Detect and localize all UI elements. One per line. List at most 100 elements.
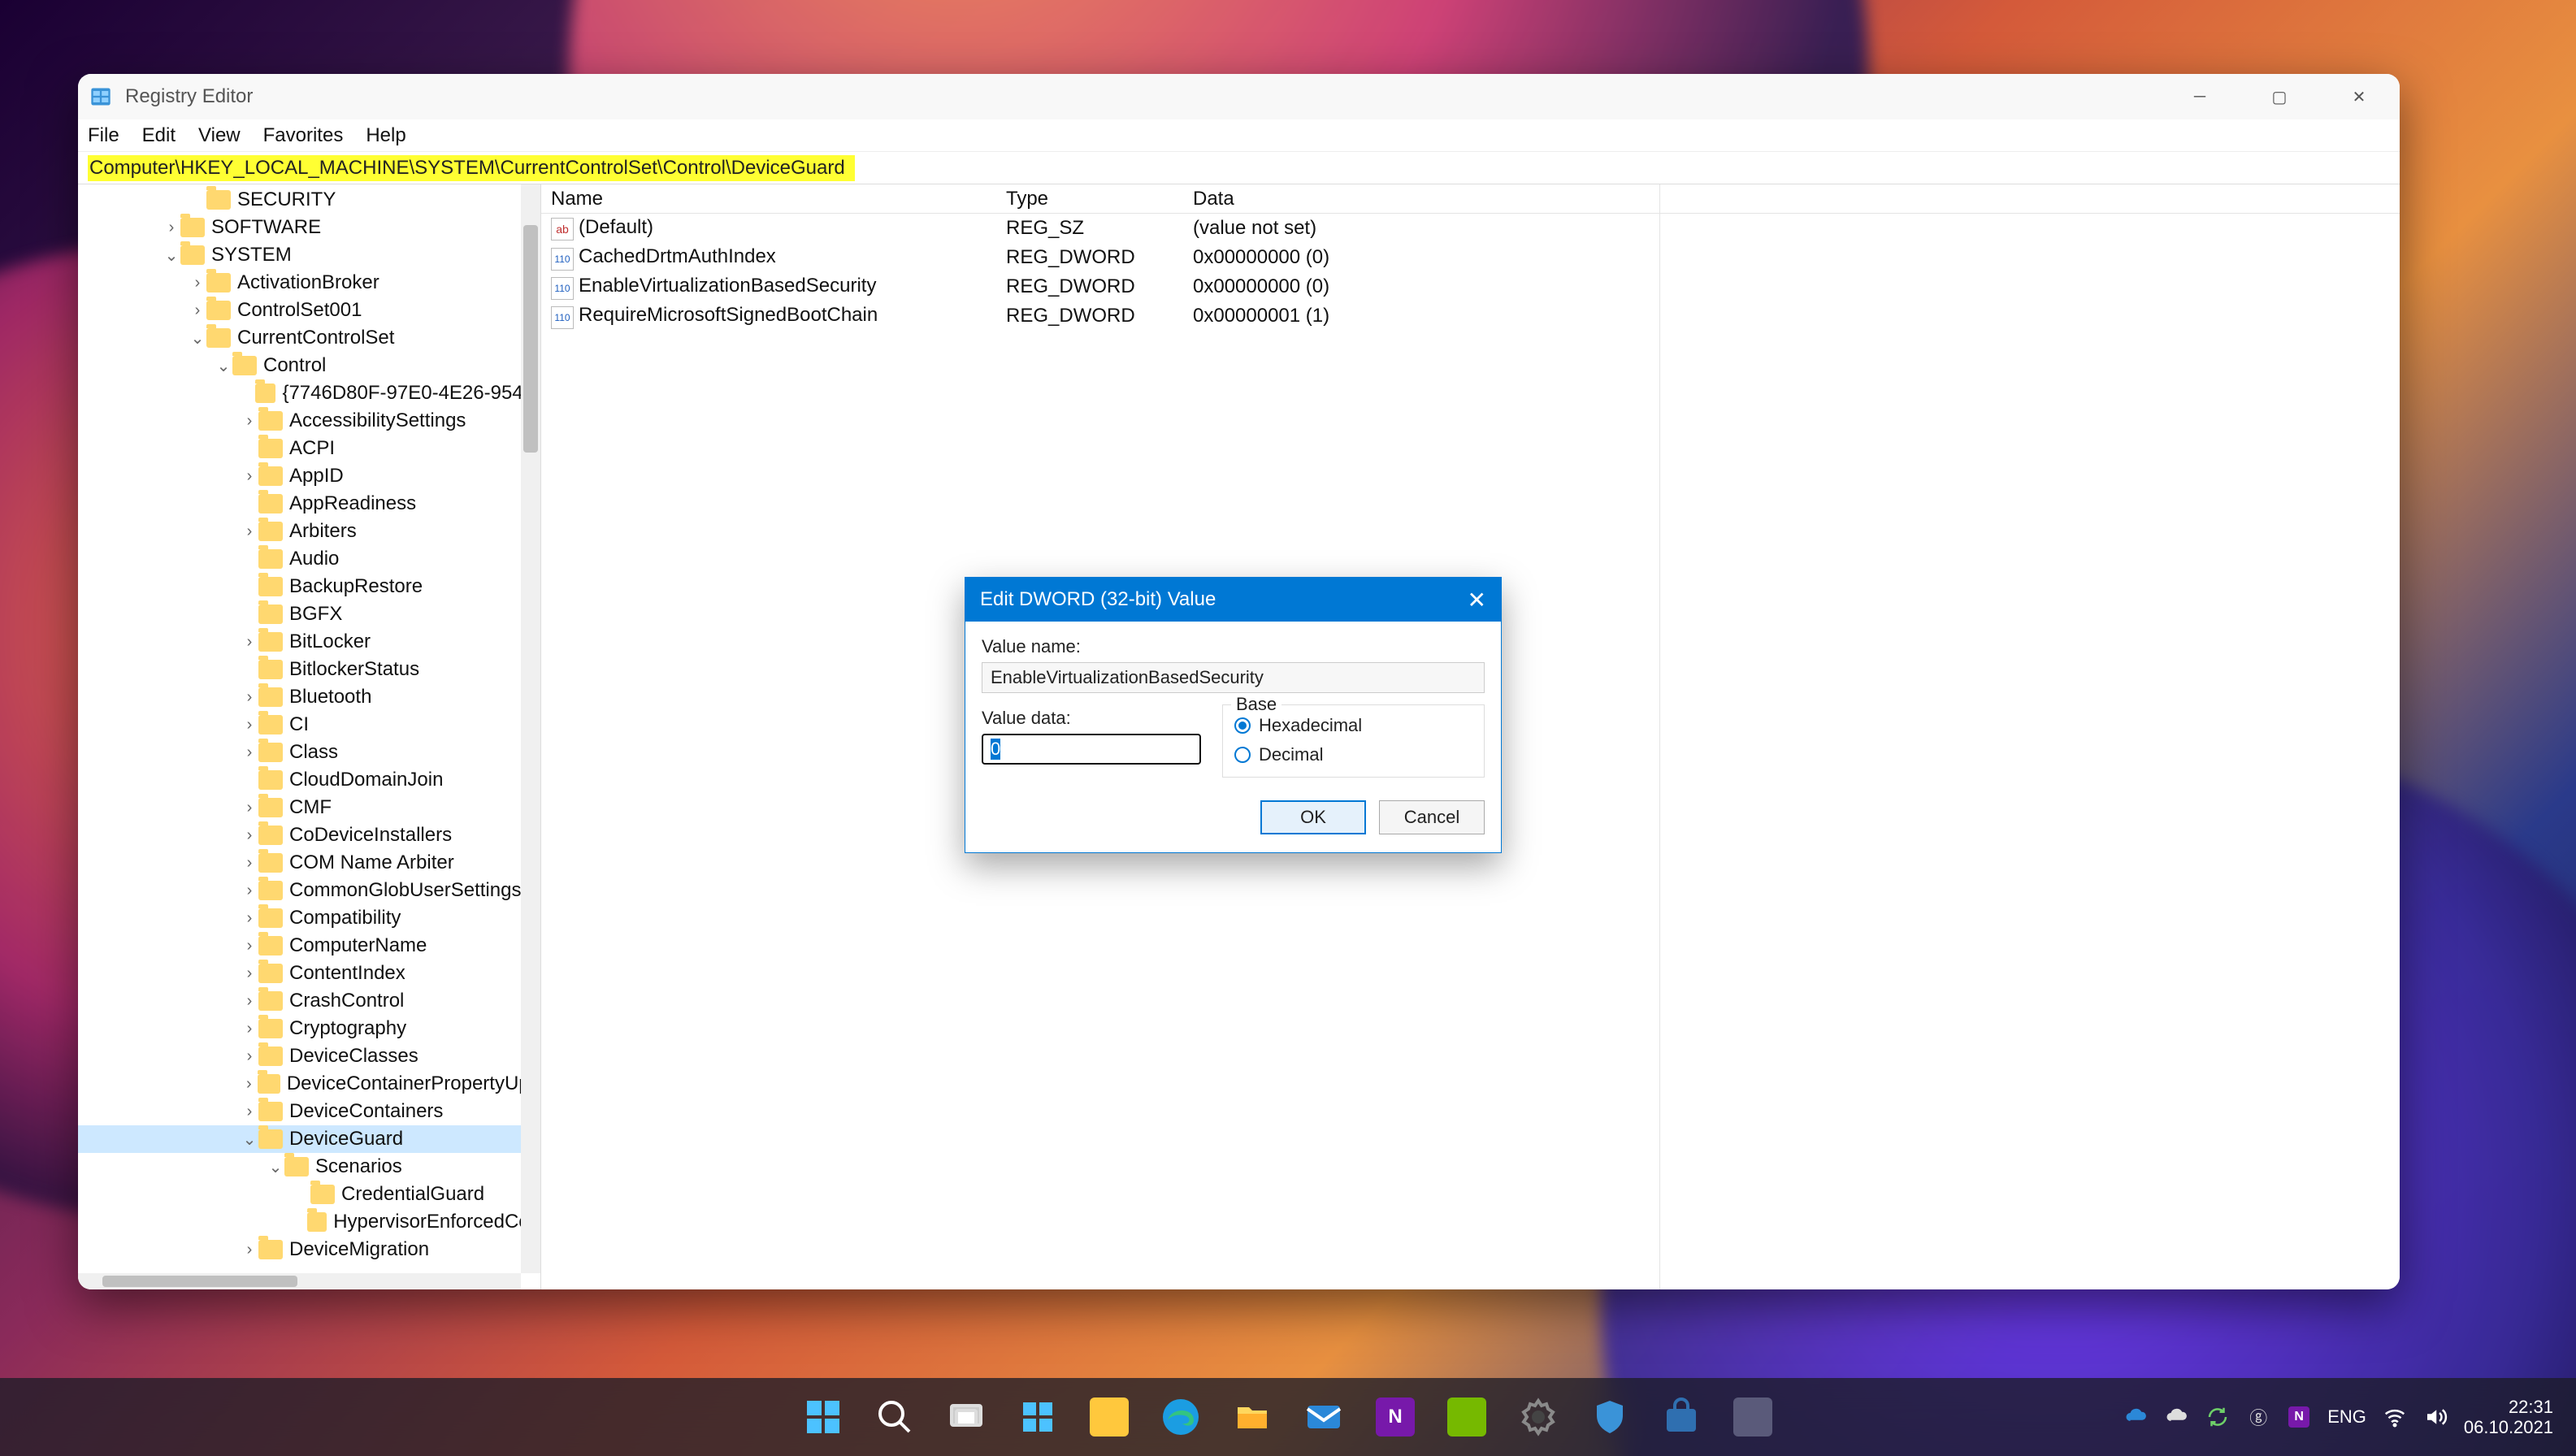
tree-node[interactable]: ›DeviceContainers — [78, 1098, 540, 1125]
tree-node[interactable]: ›CoDeviceInstallers — [78, 821, 540, 849]
tree-twisty-icon[interactable]: › — [241, 1020, 258, 1038]
tray-clock[interactable]: 22:31 06.10.2021 — [2464, 1397, 2553, 1438]
tree-node[interactable]: ›ContentIndex — [78, 960, 540, 987]
ok-button[interactable]: OK — [1260, 800, 1366, 834]
tree-twisty-icon[interactable]: › — [241, 1075, 258, 1094]
tree-twisty-icon[interactable]: ⌄ — [241, 1129, 258, 1150]
tree-node[interactable]: ⌄Scenarios — [78, 1153, 540, 1181]
tree-node[interactable]: ›SOFTWARE — [78, 214, 540, 241]
tree-twisty-icon[interactable]: › — [241, 1241, 258, 1259]
tree-node[interactable]: ›COM Name Arbiter — [78, 849, 540, 877]
edge-button[interactable] — [1152, 1389, 1209, 1445]
tray-onenote-icon[interactable]: N — [2287, 1405, 2311, 1429]
tree-node[interactable]: ›ComputerName — [78, 932, 540, 960]
dialog-title-bar[interactable]: Edit DWORD (32-bit) Value ✕ — [965, 578, 1501, 622]
settings-button[interactable] — [1510, 1389, 1567, 1445]
close-button[interactable]: ✕ — [2340, 81, 2379, 112]
tree-node[interactable]: ›DeviceMigration — [78, 1236, 540, 1263]
tray-language[interactable]: ENG — [2327, 1406, 2366, 1428]
tree-node[interactable]: ›Compatibility — [78, 904, 540, 932]
list-row[interactable]: 110EnableVirtualizationBasedSecurityREG_… — [541, 272, 2400, 301]
tree-twisty-icon[interactable]: › — [241, 882, 258, 900]
tree-pane[interactable]: SECURITY›SOFTWARE⌄SYSTEM›ActivationBroke… — [78, 184, 541, 1289]
tree-node[interactable]: Audio — [78, 545, 540, 573]
store-button[interactable] — [1653, 1389, 1710, 1445]
tree-node[interactable]: BackupRestore — [78, 573, 540, 600]
radio-hex[interactable]: Hexadecimal — [1234, 715, 1472, 736]
tree-node[interactable]: SECURITY — [78, 186, 540, 214]
search-button[interactable] — [866, 1389, 923, 1445]
col-data[interactable]: Data — [1183, 188, 2400, 210]
tree-node[interactable]: ›DeviceClasses — [78, 1042, 540, 1070]
col-type[interactable]: Type — [996, 188, 1183, 210]
tree-node[interactable]: ›Class — [78, 739, 540, 766]
tree-node[interactable]: ›AppID — [78, 462, 540, 490]
tree-node[interactable]: ›CMF — [78, 794, 540, 821]
start-button[interactable] — [795, 1389, 852, 1445]
value-name-field[interactable] — [982, 662, 1485, 693]
tree-node[interactable]: ›CI — [78, 711, 540, 739]
tree-twisty-icon[interactable]: › — [241, 964, 258, 983]
menu-view[interactable]: View — [198, 124, 241, 147]
tree-vscrollbar[interactable] — [521, 184, 540, 1273]
cancel-button[interactable]: Cancel — [1379, 800, 1485, 834]
titlebar[interactable]: Registry Editor ─ ▢ ✕ — [78, 74, 2400, 119]
tree-twisty-icon[interactable]: › — [241, 992, 258, 1011]
tree-twisty-icon[interactable]: › — [241, 1103, 258, 1121]
tree-twisty-icon[interactable]: ⌄ — [189, 328, 206, 349]
tree-node[interactable]: CredentialGuard — [78, 1181, 540, 1208]
tree-node[interactable]: ›CommonGlobUserSettings — [78, 877, 540, 904]
tree-twisty-icon[interactable]: › — [241, 854, 258, 873]
tree-twisty-icon[interactable]: › — [163, 219, 180, 237]
tray-volume-icon[interactable] — [2423, 1405, 2448, 1429]
tree-node[interactable]: ›AccessibilitySettings — [78, 407, 540, 435]
menu-file[interactable]: File — [88, 124, 119, 147]
value-data-field[interactable] — [982, 734, 1201, 765]
tree-twisty-icon[interactable]: › — [241, 826, 258, 845]
security-button[interactable] — [1581, 1389, 1638, 1445]
menu-edit[interactable]: Edit — [142, 124, 176, 147]
tree-twisty-icon[interactable]: › — [189, 301, 206, 320]
file-explorer-button[interactable] — [1224, 1389, 1281, 1445]
nvidia-button[interactable] — [1438, 1389, 1495, 1445]
minimize-button[interactable]: ─ — [2180, 81, 2219, 112]
list-row[interactable]: ab(Default)REG_SZ(value not set) — [541, 214, 2400, 243]
tree-hscrollbar[interactable] — [78, 1273, 521, 1289]
tray-wifi-icon[interactable] — [2383, 1405, 2407, 1429]
tree-node[interactable]: ›ActivationBroker — [78, 269, 540, 297]
tray-network-icon[interactable]: ⓖ — [2246, 1405, 2270, 1429]
tree-twisty-icon[interactable]: › — [241, 716, 258, 734]
task-view-button[interactable] — [938, 1389, 995, 1445]
tree-twisty-icon[interactable]: › — [241, 743, 258, 762]
tree-twisty-icon[interactable]: › — [241, 909, 258, 928]
tree-node[interactable]: ›Cryptography — [78, 1015, 540, 1042]
tree-twisty-icon[interactable]: ⌄ — [215, 356, 232, 376]
dialog-close-icon[interactable]: ✕ — [1468, 587, 1486, 613]
address-path[interactable]: Computer\HKEY_LOCAL_MACHINE\SYSTEM\Curre… — [88, 155, 855, 181]
radio-dec-icon[interactable] — [1234, 747, 1251, 763]
tree-node[interactable]: ›Bluetooth — [78, 683, 540, 711]
radio-dec[interactable]: Decimal — [1234, 744, 1472, 765]
maximize-button[interactable]: ▢ — [2260, 81, 2299, 112]
tree-node[interactable]: ⌄CurrentControlSet — [78, 324, 540, 352]
tree-node[interactable]: ⌄Control — [78, 352, 540, 379]
tree-twisty-icon[interactable]: › — [241, 688, 258, 707]
col-separator[interactable] — [1659, 184, 1660, 1289]
tree-twisty-icon[interactable]: › — [241, 937, 258, 956]
radio-hex-icon[interactable] — [1234, 717, 1251, 734]
tree-node[interactable]: {7746D80F-97E0-4E26-9543- — [78, 379, 540, 407]
misc-app-button[interactable] — [1724, 1389, 1781, 1445]
tree-twisty-icon[interactable]: › — [241, 633, 258, 652]
explorer-pinned-1[interactable] — [1081, 1389, 1138, 1445]
taskbar[interactable]: N ⓖ N ENG 22:31 06.10.2021 — [0, 1378, 2576, 1456]
tree-node[interactable]: ACPI — [78, 435, 540, 462]
tree-twisty-icon[interactable]: ⌄ — [267, 1157, 284, 1177]
menu-help[interactable]: Help — [366, 124, 405, 147]
menu-favorites[interactable]: Favorites — [263, 124, 344, 147]
tree-node[interactable]: ›CrashControl — [78, 987, 540, 1015]
tray-onedrive-icon[interactable] — [2124, 1405, 2149, 1429]
tree-twisty-icon[interactable]: › — [241, 467, 258, 486]
tree-node[interactable]: ⌄DeviceGuard — [78, 1125, 540, 1153]
tree-node[interactable]: CloudDomainJoin — [78, 766, 540, 794]
tree-node[interactable]: ›BitLocker — [78, 628, 540, 656]
